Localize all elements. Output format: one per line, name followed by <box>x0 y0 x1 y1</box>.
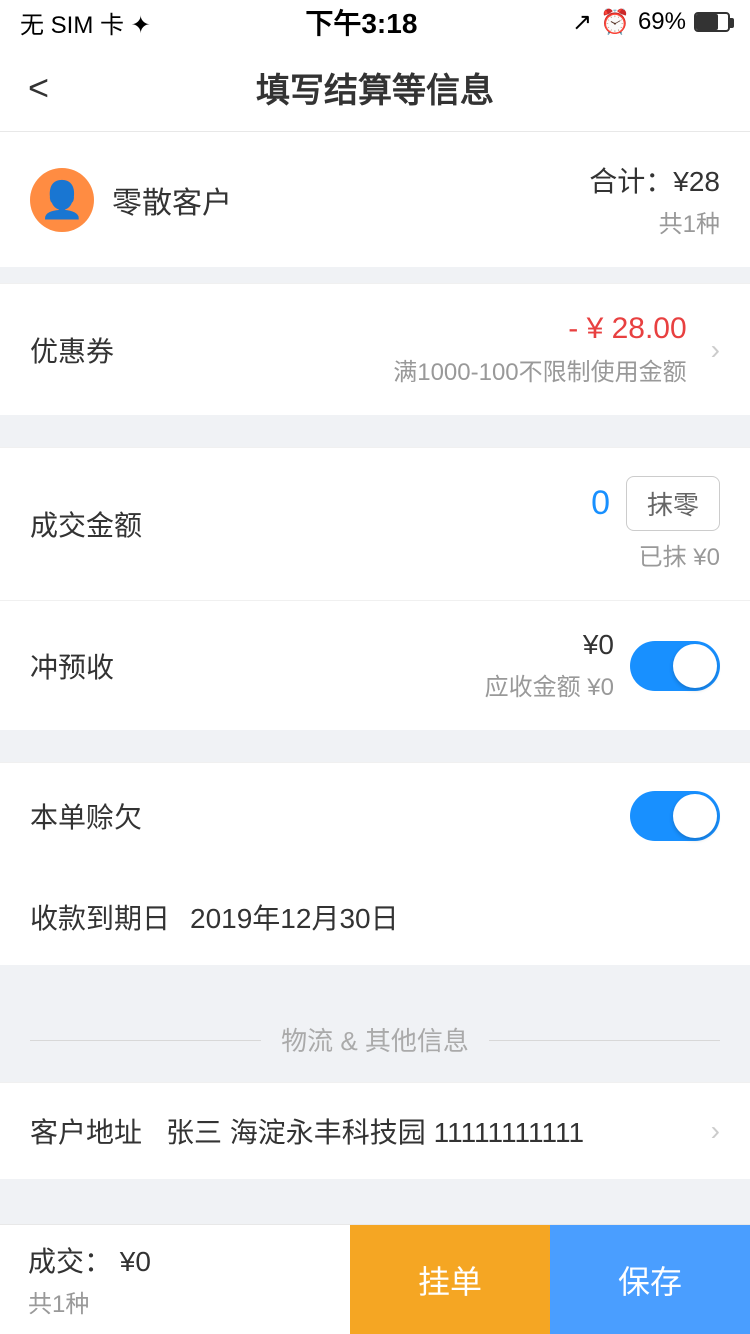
prepayment-sub: 应收金额 ¥0 <box>485 667 614 702</box>
erase-button[interactable]: 抹零 <box>626 476 720 531</box>
customer-card: 👤 零散客户 合计：¥28 共1种 <box>0 132 750 267</box>
battery-icon <box>694 12 730 32</box>
due-date-value: 2019年12月30日 <box>190 897 399 937</box>
bottom-deal-text: 成交： <box>28 1246 112 1277</box>
section-divider-3 <box>0 981 750 997</box>
alarm-icon: ⏰ <box>600 8 630 37</box>
customer-count: 共1种 <box>589 204 720 239</box>
prepayment-toggle[interactable] <box>630 641 720 691</box>
debit-toggle[interactable] <box>630 791 720 841</box>
address-card[interactable]: 客户地址 张三 海淀永丰科技园 11111111111 › <box>0 1082 750 1179</box>
save-button[interactable]: 保存 <box>550 1225 750 1334</box>
status-time: 下午3:18 <box>305 2 417 42</box>
coupon-row[interactable]: 优惠券 - ¥ 28.00 满1000-100不限制使用金额 › <box>0 283 750 415</box>
prepayment-label: 冲预收 <box>30 646 114 686</box>
customer-row: 👤 零散客户 合计：¥28 共1种 <box>0 132 750 267</box>
coupon-sub: 满1000-100不限制使用金额 <box>393 352 686 387</box>
address-label: 客户地址 <box>30 1111 142 1151</box>
avatar-icon: 👤 <box>40 179 85 221</box>
coupon-right: - ¥ 28.00 满1000-100不限制使用金额 › <box>393 312 720 387</box>
location-icon: ↗ <box>572 8 592 37</box>
deal-amount-label: 成交金额 <box>30 504 142 544</box>
logistics-text: 物流 & 其他信息 <box>261 1021 489 1058</box>
deal-amount-row: 成交金额 0 抹零 已抹 ¥0 <box>0 447 750 600</box>
deal-card: 成交金额 0 抹零 已抹 ¥0 冲预收 ¥0 应收金额 ¥0 <box>0 447 750 730</box>
customer-total: 合计：¥28 <box>589 160 720 200</box>
logistics-section: 物流 & 其他信息 <box>0 997 750 1082</box>
pending-button[interactable]: 挂单 <box>350 1225 550 1334</box>
bottom-bar: 成交： ¥0 共1种 挂单 保存 <box>0 1224 750 1334</box>
status-left: 无 SIM 卡 ✦ <box>20 5 151 40</box>
section-divider-1 <box>0 431 750 447</box>
coupon-chevron-icon: › <box>711 334 720 366</box>
due-date-label: 收款到期日 <box>30 897 170 937</box>
deal-amount-input[interactable]: 0 <box>530 484 610 523</box>
debit-row: 本单赊欠 <box>0 762 750 869</box>
bottom-info: 成交： ¥0 共1种 <box>0 1240 350 1319</box>
address-row[interactable]: 客户地址 张三 海淀永丰科技园 11111111111 › <box>0 1082 750 1179</box>
coupon-value: - ¥ 28.00 <box>393 312 686 346</box>
debit-right <box>630 791 720 841</box>
debit-card: 本单赊欠 收款到期日 2019年12月30日 <box>0 762 750 965</box>
back-button[interactable]: < <box>28 67 49 109</box>
address-chevron-icon: › <box>711 1115 720 1147</box>
coupon-label: 优惠券 <box>30 330 114 370</box>
customer-left: 👤 零散客户 <box>30 168 232 232</box>
no-sim-text: 无 SIM 卡 ✦ <box>20 5 151 40</box>
battery-text: 69% <box>638 8 686 36</box>
deal-amount-right: 0 抹零 已抹 ¥0 <box>530 476 720 572</box>
customer-avatar: 👤 <box>30 168 94 232</box>
customer-right: 合计：¥28 共1种 <box>589 160 720 239</box>
prepayment-row: 冲预收 ¥0 应收金额 ¥0 <box>0 600 750 730</box>
coupon-card: 优惠券 - ¥ 28.00 满1000-100不限制使用金额 › <box>0 283 750 415</box>
status-right: ↗ ⏰ 69% <box>572 8 730 37</box>
deal-amount-sub: 已抹 ¥0 <box>530 537 720 572</box>
customer-name: 零散客户 <box>112 178 232 222</box>
bottom-count: 共1种 <box>28 1284 322 1319</box>
toggle-knob <box>673 644 717 688</box>
section-divider-2 <box>0 746 750 762</box>
prepayment-right: ¥0 应收金额 ¥0 <box>485 629 720 702</box>
bottom-deal-value: ¥0 <box>120 1246 151 1277</box>
status-bar: 无 SIM 卡 ✦ 下午3:18 ↗ ⏰ 69% <box>0 0 750 44</box>
content: 👤 零散客户 合计：¥28 共1种 优惠券 - ¥ 28.00 满1000-10… <box>0 132 750 1315</box>
page-title: 填写结算等信息 <box>256 63 494 112</box>
prepayment-value: ¥0 <box>485 629 614 661</box>
due-date-row: 收款到期日 2019年12月30日 <box>0 869 750 965</box>
nav-bar: < 填写结算等信息 <box>0 44 750 132</box>
debit-toggle-knob <box>673 794 717 838</box>
bottom-deal-label: 成交： ¥0 <box>28 1240 322 1280</box>
debit-label: 本单赊欠 <box>30 796 142 836</box>
address-value: 张三 海淀永丰科技园 11111111111 <box>166 1111 703 1151</box>
